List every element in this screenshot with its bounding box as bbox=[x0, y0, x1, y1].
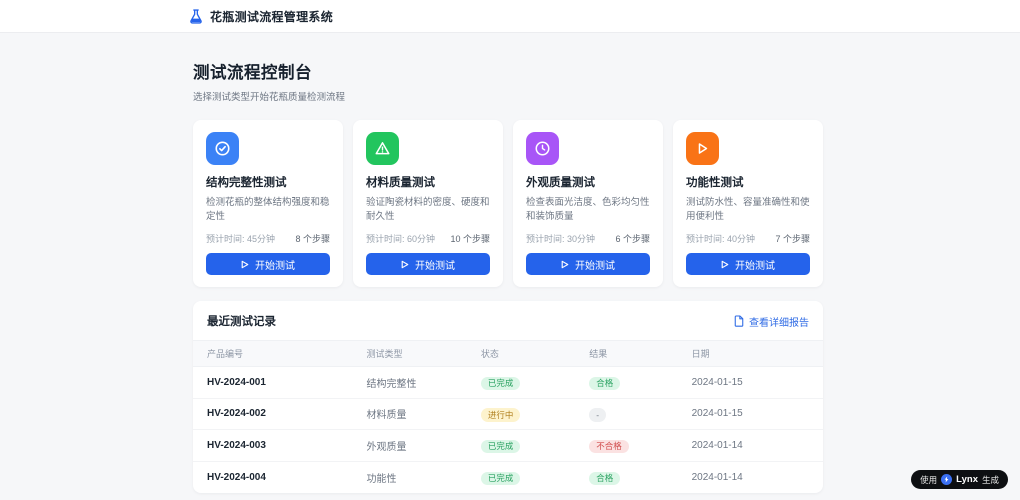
test-type: 结构完整性 bbox=[366, 378, 417, 390]
lynx-generator-badge[interactable]: 使用 Lynx 生成 bbox=[911, 470, 1008, 489]
view-report-link[interactable]: 查看详细报告 bbox=[734, 314, 809, 329]
warning-triangle-icon bbox=[366, 132, 399, 165]
test-date: 2024-01-14 bbox=[691, 471, 743, 483]
test-date: 2024-01-15 bbox=[691, 408, 743, 420]
product-id: HV-2024-004 bbox=[207, 471, 266, 483]
test-date: 2024-01-14 bbox=[691, 439, 743, 451]
table-row: HV-2024-003 外观质量 已完成 不合格 2024-01-14 bbox=[193, 430, 823, 462]
step-count: 7 个步骤 bbox=[775, 234, 810, 244]
records-title: 最近测试记录 bbox=[207, 316, 276, 328]
table-row: HV-2024-001 结构完整性 已完成 合格 2024-01-15 bbox=[193, 367, 823, 399]
play-icon bbox=[561, 260, 569, 268]
column-header: 产品编号 bbox=[207, 349, 244, 359]
card-description: 检查表面光洁度、色彩均匀性和装饰质量 bbox=[526, 197, 650, 222]
card-description: 验证陶瓷材料的密度、硬度和耐久性 bbox=[366, 197, 490, 222]
column-header: 状态 bbox=[480, 349, 499, 359]
play-icon bbox=[721, 260, 729, 268]
result-badge: 不合格 bbox=[589, 439, 629, 454]
play-icon bbox=[401, 260, 409, 268]
test-type: 功能性 bbox=[366, 473, 397, 485]
card-title: 外观质量测试 bbox=[526, 177, 595, 189]
page-title: 测试流程控制台 bbox=[193, 64, 312, 82]
status-badge: 已完成 bbox=[480, 376, 521, 391]
test-date: 2024-01-15 bbox=[691, 376, 743, 388]
table-header-row: 产品编号 测试类型 状态 结果 日期 bbox=[193, 340, 823, 367]
test-type: 外观质量 bbox=[366, 441, 407, 453]
app-title: 花瓶测试流程管理系统 bbox=[210, 9, 334, 24]
clock-icon bbox=[526, 132, 559, 165]
page-subtitle: 选择测试类型开始花瓶质量检测流程 bbox=[193, 92, 346, 103]
status-badge: 已完成 bbox=[480, 471, 521, 486]
status-badge: 进行中 bbox=[480, 408, 521, 422]
estimated-time: 预计时间: 30分钟 bbox=[526, 234, 596, 244]
result-badge: 合格 bbox=[589, 376, 621, 391]
estimated-time: 预计时间: 40分钟 bbox=[686, 234, 756, 244]
card-functional-test: 功能性测试 测试防水性、容量准确性和使用便利性 预计时间: 40分钟 7 个步骤… bbox=[673, 120, 823, 287]
result-badge: - bbox=[589, 408, 607, 422]
card-title: 结构完整性测试 bbox=[206, 177, 287, 189]
card-material-test: 材料质量测试 验证陶瓷材料的密度、硬度和耐久性 预计时间: 60分钟 10 个步… bbox=[353, 120, 503, 287]
app-header: 花瓶测试流程管理系统 bbox=[0, 0, 1020, 33]
check-circle-icon bbox=[206, 132, 239, 165]
step-count: 8 个步骤 bbox=[295, 234, 330, 244]
main-content: 测试流程控制台 选择测试类型开始花瓶质量检测流程 结构完整性测试 检测花瓶的整体… bbox=[193, 59, 823, 493]
product-id: HV-2024-003 bbox=[207, 439, 266, 451]
start-test-button[interactable]: 开始测试 bbox=[206, 253, 330, 275]
start-test-button[interactable]: 开始测试 bbox=[686, 253, 810, 275]
start-test-button[interactable]: 开始测试 bbox=[526, 253, 650, 275]
play-icon bbox=[241, 260, 249, 268]
start-test-button[interactable]: 开始测试 bbox=[366, 253, 490, 275]
estimated-time: 预计时间: 45分钟 bbox=[206, 234, 276, 244]
play-outline-icon bbox=[686, 132, 719, 165]
card-title: 材料质量测试 bbox=[366, 177, 435, 189]
step-count: 10 个步骤 bbox=[450, 234, 490, 244]
product-id: HV-2024-002 bbox=[207, 408, 266, 420]
step-count: 6 个步骤 bbox=[615, 234, 650, 244]
column-header: 结果 bbox=[589, 349, 608, 359]
lynx-logo-icon bbox=[941, 474, 953, 485]
status-badge: 已完成 bbox=[480, 439, 521, 454]
column-header: 测试类型 bbox=[366, 349, 403, 359]
result-badge: 合格 bbox=[589, 471, 621, 486]
test-type-cards: 结构完整性测试 检测花瓶的整体结构强度和稳定性 预计时间: 45分钟 8 个步骤… bbox=[193, 120, 823, 287]
column-header: 日期 bbox=[691, 349, 710, 359]
estimated-time: 预计时间: 60分钟 bbox=[366, 234, 436, 244]
card-title: 功能性测试 bbox=[686, 177, 744, 189]
card-description: 检测花瓶的整体结构强度和稳定性 bbox=[206, 197, 330, 222]
flask-icon bbox=[189, 8, 203, 24]
table-row: HV-2024-004 功能性 已完成 合格 2024-01-14 bbox=[193, 462, 823, 494]
test-type: 材料质量 bbox=[366, 410, 407, 422]
card-appearance-test: 外观质量测试 检查表面光洁度、色彩均匀性和装饰质量 预计时间: 30分钟 6 个… bbox=[513, 120, 663, 287]
product-id: HV-2024-001 bbox=[207, 376, 266, 388]
card-description: 测试防水性、容量准确性和使用便利性 bbox=[686, 197, 810, 222]
table-row: HV-2024-002 材料质量 进行中 - 2024-01-15 bbox=[193, 399, 823, 430]
card-structural-test: 结构完整性测试 检测花瓶的整体结构强度和稳定性 预计时间: 45分钟 8 个步骤… bbox=[193, 120, 343, 287]
document-icon bbox=[734, 315, 744, 327]
recent-records-panel: 最近测试记录 查看详细报告 产品编号 测试类型 状态 结果 日期 HV-2024… bbox=[193, 301, 823, 493]
